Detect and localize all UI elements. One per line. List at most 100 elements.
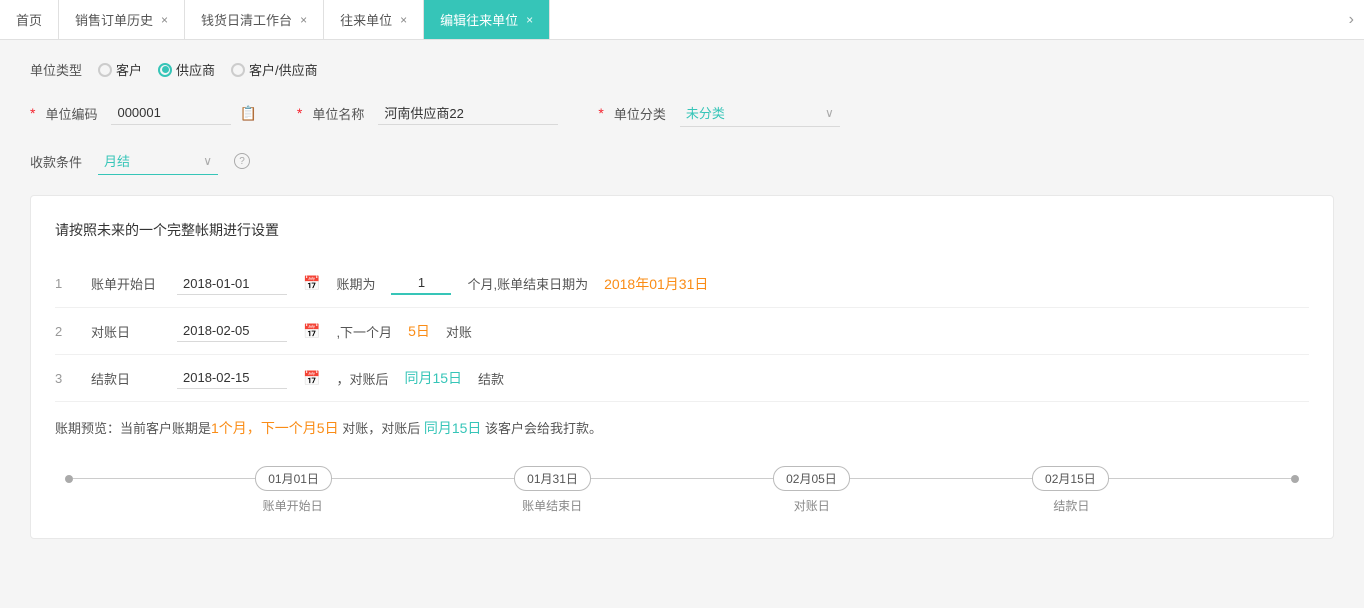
unit-category-value: 未分类 [686,103,819,122]
unit-type-row: 单位类型 客户 供应商 客户/供应商 [30,60,1334,79]
payment-date-calendar[interactable]: 📅 [303,370,320,387]
preview-mid: 对账，对账后 [339,421,424,436]
row-2-suffix-post: 对账 [446,322,472,341]
unit-type-label: 单位类型 [30,60,82,79]
tl-node-4-badge: 02月15日 [1032,466,1109,491]
row-3-suffix-pre: ，对账后 [336,369,388,388]
tab-home[interactable]: 首页 [0,0,59,39]
unit-name-input[interactable] [378,101,558,125]
payment-arrow: ∨ [203,154,212,168]
radio-customer-circle [98,63,112,77]
preview-section: 账期预览：当前客户账期是1个月，下一个月5日 对账，对账后 同月15日 该客户会… [55,402,1309,446]
timeline-wrapper: 01月01日 01月31日 02月05日 02月15日 [65,466,1299,491]
tab-sales-history-label: 销售订单历史 [75,10,153,29]
tl-node-3-badge: 02月05日 [773,466,850,491]
reconcile-date-calendar[interactable]: 📅 [303,323,320,340]
tab-cash-work-close[interactable]: × [300,13,307,27]
unit-category-label: 单位分类 [614,104,666,123]
tab-partners[interactable]: 往来单位 × [324,0,424,39]
tab-edit-partner-label: 编辑往来单位 [440,10,518,29]
unit-code-group: * 单位编码 📋 [30,101,257,125]
row-2-suffix-pre: ,下一个月 [336,322,392,341]
tl-node-1-badge: 01月01日 [255,466,332,491]
row-1-label: 账单开始日 [91,274,161,293]
row-2-highlight: 5日 [408,321,430,341]
timeline-node-4: 02月15日 [1032,466,1109,491]
unit-info-row: * 单位编码 📋 * 单位名称 * 单位分类 未分类 ∨ [30,99,1334,127]
radio-customer-supplier-circle [231,63,245,77]
unit-name-group: * 单位名称 [297,101,558,125]
start-date-calendar[interactable]: 📅 [303,275,320,292]
row-1-suffix-post: 个月,账单结束日期为 [467,274,588,293]
row-3-num: 3 [55,371,75,386]
radio-supplier-dot [162,66,169,73]
radio-customer-label: 客户 [116,60,142,79]
timeline-section: 01月01日 01月31日 02月05日 02月15日 [55,446,1309,514]
timeline-node-1: 01月01日 [255,466,332,491]
tab-nav-arrow[interactable]: › [1339,11,1364,29]
tl-seg-1 [73,478,255,479]
radio-supplier-label: 供应商 [176,60,215,79]
tab-sales-history[interactable]: 销售订单历史 × [59,0,185,39]
tl-seg-5 [1109,478,1291,479]
radio-supplier[interactable]: 供应商 [158,60,215,79]
tl-seg-2 [332,478,514,479]
tl-seg-4 [850,478,1032,479]
payment-value: 月结 [104,151,197,170]
tab-home-label: 首页 [16,10,42,29]
preview-label: 账期预览：当前客户账期是 [55,421,211,436]
tab-edit-partner-close[interactable]: × [526,13,533,27]
timeline-node-2: 01月31日 [514,466,591,491]
preview-end: 该客户会给我打款。 [481,421,602,436]
tab-sales-history-close[interactable]: × [161,13,168,27]
row-3-label: 结款日 [91,369,161,388]
row-2-num: 2 [55,324,75,339]
timeline-node-3: 02月05日 [773,466,850,491]
payment-date-input[interactable] [177,367,287,389]
tab-partners-label: 往来单位 [340,10,392,29]
payment-label: 收款条件 [30,152,82,171]
row-3-highlight: 同月15日 [404,368,462,388]
unit-code-label: 单位编码 [45,104,97,123]
tl-node-2-badge: 01月31日 [514,466,591,491]
radio-customer-supplier-label: 客户/供应商 [249,60,318,79]
unit-code-input[interactable] [111,101,231,125]
tl-label-4: 结款日 [1053,497,1089,514]
tab-edit-partner[interactable]: 编辑往来单位 × [424,0,550,39]
payment-dropdown[interactable]: 月结 ∨ [98,147,218,175]
tab-cash-work[interactable]: 钱货日清工作台 × [185,0,324,39]
period-input[interactable] [391,272,451,295]
tl-label-1: 账单开始日 [263,497,323,514]
row-2-label: 对账日 [91,322,161,341]
unit-name-star: * [297,105,302,121]
copy-icon[interactable]: 📋 [239,105,256,122]
tab-cash-work-label: 钱货日清工作台 [201,10,292,29]
billing-row-3: 3 结款日 📅 ，对账后同月15日 结款 [55,355,1309,402]
radio-customer-supplier[interactable]: 客户/供应商 [231,60,318,79]
timeline-labels-row: 账单开始日 账单结束日 对账日 结款日 [65,497,1299,514]
help-icon[interactable]: ? [234,153,250,169]
tab-partners-close[interactable]: × [400,13,407,27]
billing-row-1: 1 账单开始日 📅 账期为 个月,账单结束日期为 2018年01月31日 [55,260,1309,308]
preview-part3: 同月15日 [424,420,482,436]
row-3-suffix-post: 结款 [478,369,504,388]
main-content: 单位类型 客户 供应商 客户/供应商 * 单位编码 📋 [0,40,1364,608]
timeline-end-dot [1291,475,1299,483]
row-1-suffix-pre: 账期为 [336,274,375,293]
reconcile-date-input[interactable] [177,320,287,342]
unit-category-arrow: ∨ [825,106,834,120]
settings-card: 请按照未来的一个完整帐期进行设置 1 账单开始日 📅 账期为 个月,账单结束日期… [30,195,1334,539]
billing-row-2: 2 对账日 📅 ,下一个月 5日 对账 [55,308,1309,355]
unit-name-label: 单位名称 [312,104,364,123]
tl-seg-3 [591,478,773,479]
tl-label-2: 账单结束日 [522,497,582,514]
start-date-input[interactable] [177,273,287,295]
timeline-start-dot [65,475,73,483]
row-1-num: 1 [55,276,75,291]
row-1-highlight: 2018年01月31日 [604,274,708,294]
payment-row: 收款条件 月结 ∨ ? [30,147,1334,175]
radio-customer[interactable]: 客户 [98,60,142,79]
unit-category-dropdown[interactable]: 未分类 ∨ [680,99,840,127]
unit-category-group: * 单位分类 未分类 ∨ [598,99,839,127]
tab-bar: 首页 销售订单历史 × 钱货日清工作台 × 往来单位 × 编辑往来单位 × › [0,0,1364,40]
